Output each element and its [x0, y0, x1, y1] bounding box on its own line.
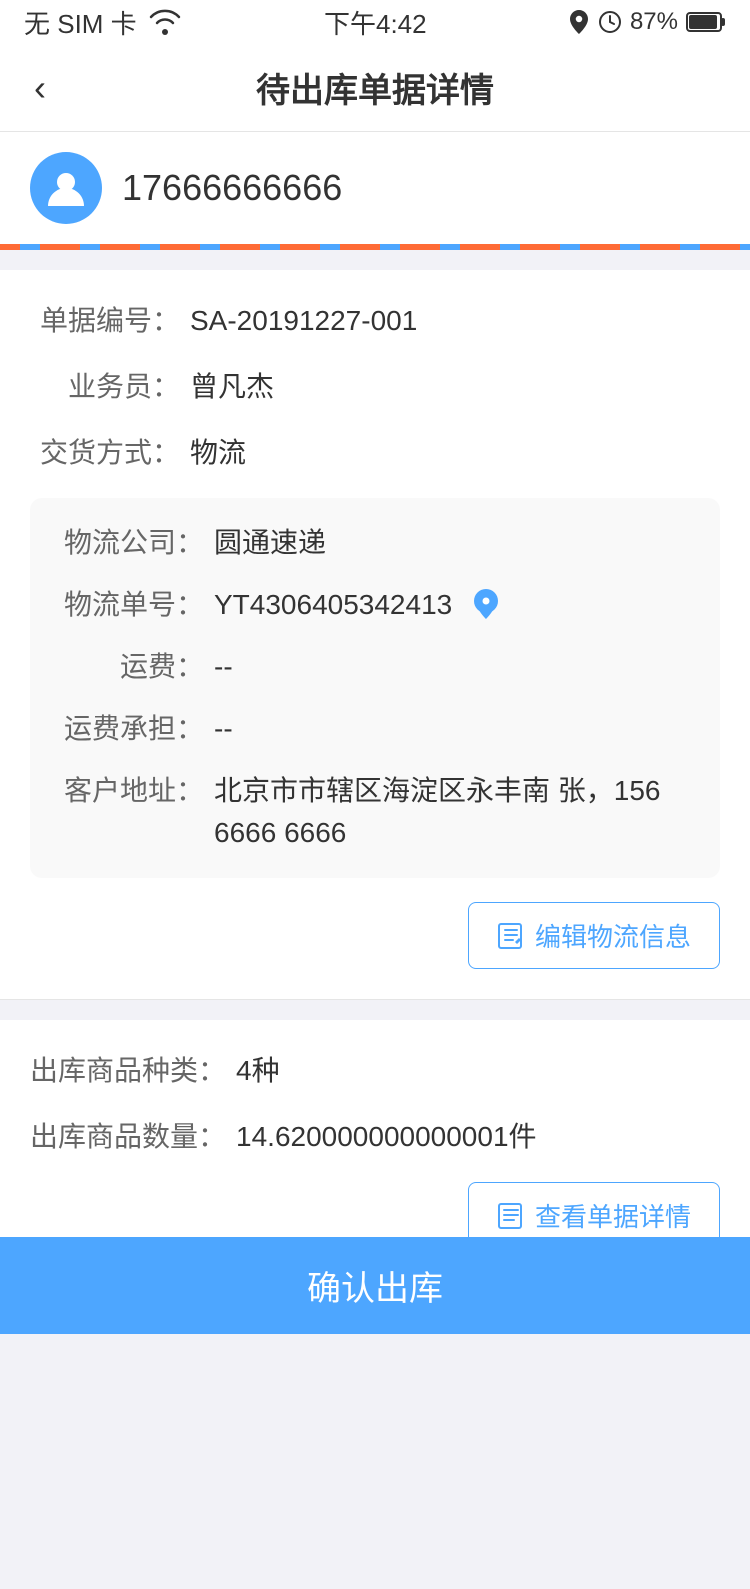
- address-value: 北京市市辖区海淀区永丰南 张，156 6666 6666: [214, 770, 696, 854]
- edit-icon: [497, 922, 525, 950]
- delivery-method-row: 交货方式： 物流: [30, 432, 720, 474]
- delivery-method-label: 交货方式：: [30, 432, 190, 474]
- edit-logistics-button[interactable]: 编辑物流信息: [468, 902, 720, 969]
- customer-header: 17666666666: [0, 132, 750, 244]
- tracking-number-label: 物流单号：: [54, 584, 214, 626]
- wifi-icon: [147, 9, 183, 35]
- order-number-value: SA-20191227-001: [190, 300, 720, 342]
- goods-quantity-label: 出库商品数量：: [30, 1116, 236, 1158]
- goods-quantity-value: 14.620000000000001件: [236, 1116, 720, 1158]
- delivery-method-value: 物流: [190, 432, 720, 474]
- freight-bearer-row: 运费承担： --: [54, 708, 696, 750]
- confirm-button[interactable]: 确认出库: [0, 1261, 750, 1310]
- confirm-button-wrap: 确认出库: [0, 1237, 750, 1334]
- freight-label: 运费：: [54, 646, 214, 688]
- carrier-text: 无 SIM 卡: [24, 4, 137, 41]
- goods-type-value: 4种: [236, 1050, 720, 1092]
- logistics-company-label: 物流公司：: [54, 522, 214, 564]
- logistics-company-row: 物流公司： 圆通速递: [54, 522, 696, 564]
- nav-bar: ‹ 待出库单据详情: [0, 44, 750, 132]
- clock-icon: [598, 10, 622, 34]
- goods-type-label: 出库商品种类：: [30, 1050, 236, 1092]
- location-status-icon: [568, 9, 590, 35]
- freight-bearer-value: --: [214, 708, 696, 750]
- salesperson-label: 业务员：: [30, 366, 190, 408]
- tracking-number-value: YT43064053424​13: [214, 584, 696, 626]
- battery-text: 87%: [630, 8, 678, 36]
- freight-bearer-label: 运费承担：: [54, 708, 214, 750]
- logistics-card: 物流公司： 圆通速递 物流单号： YT43064053424​13: [30, 498, 720, 878]
- status-right: 87%: [568, 8, 726, 36]
- salesperson-value: 曾凡杰: [190, 366, 720, 408]
- tracking-number-row: 物流单号： YT43064053424​13: [54, 584, 696, 626]
- battery-icon: [686, 11, 726, 33]
- edit-logistics-row: 编辑物流信息: [30, 902, 720, 969]
- tracking-text: YT43064053424​13: [214, 584, 452, 626]
- section-divider: [0, 999, 750, 1000]
- map-pin-icon[interactable]: [468, 587, 504, 623]
- status-left: 无 SIM 卡: [24, 4, 183, 41]
- order-number-label: 单据编号：: [30, 300, 190, 342]
- view-details-label: 查看单据详情: [535, 1197, 691, 1234]
- logistics-company-value: 圆通速递: [214, 522, 696, 564]
- page-title: 待出库单据详情: [256, 63, 494, 112]
- freight-row: 运费： --: [54, 646, 696, 688]
- order-number-row: 单据编号： SA-20191227-001: [30, 300, 720, 342]
- order-info-section: 单据编号： SA-20191227-001 业务员： 曾凡杰 交货方式： 物流 …: [0, 270, 750, 999]
- address-row: 客户地址： 北京市市辖区海淀区永丰南 张，156 6666 6666: [54, 770, 696, 854]
- salesperson-row: 业务员： 曾凡杰: [30, 366, 720, 408]
- goods-type-row: 出库商品种类： 4种: [30, 1050, 720, 1092]
- address-label: 客户地址：: [54, 770, 214, 812]
- time-text: 下午4:42: [324, 4, 427, 41]
- dashed-divider: [0, 244, 750, 250]
- back-button[interactable]: ‹: [24, 57, 56, 119]
- status-bar: 无 SIM 卡 下午4:42 87%: [0, 0, 750, 44]
- goods-quantity-row: 出库商品数量： 14.620000000000001件: [30, 1116, 720, 1158]
- customer-avatar: [30, 152, 102, 224]
- edit-logistics-label: 编辑物流信息: [535, 917, 691, 954]
- user-icon: [44, 166, 88, 210]
- document-icon: [497, 1202, 525, 1230]
- customer-phone: 17666666666: [122, 167, 342, 209]
- freight-value: --: [214, 646, 696, 688]
